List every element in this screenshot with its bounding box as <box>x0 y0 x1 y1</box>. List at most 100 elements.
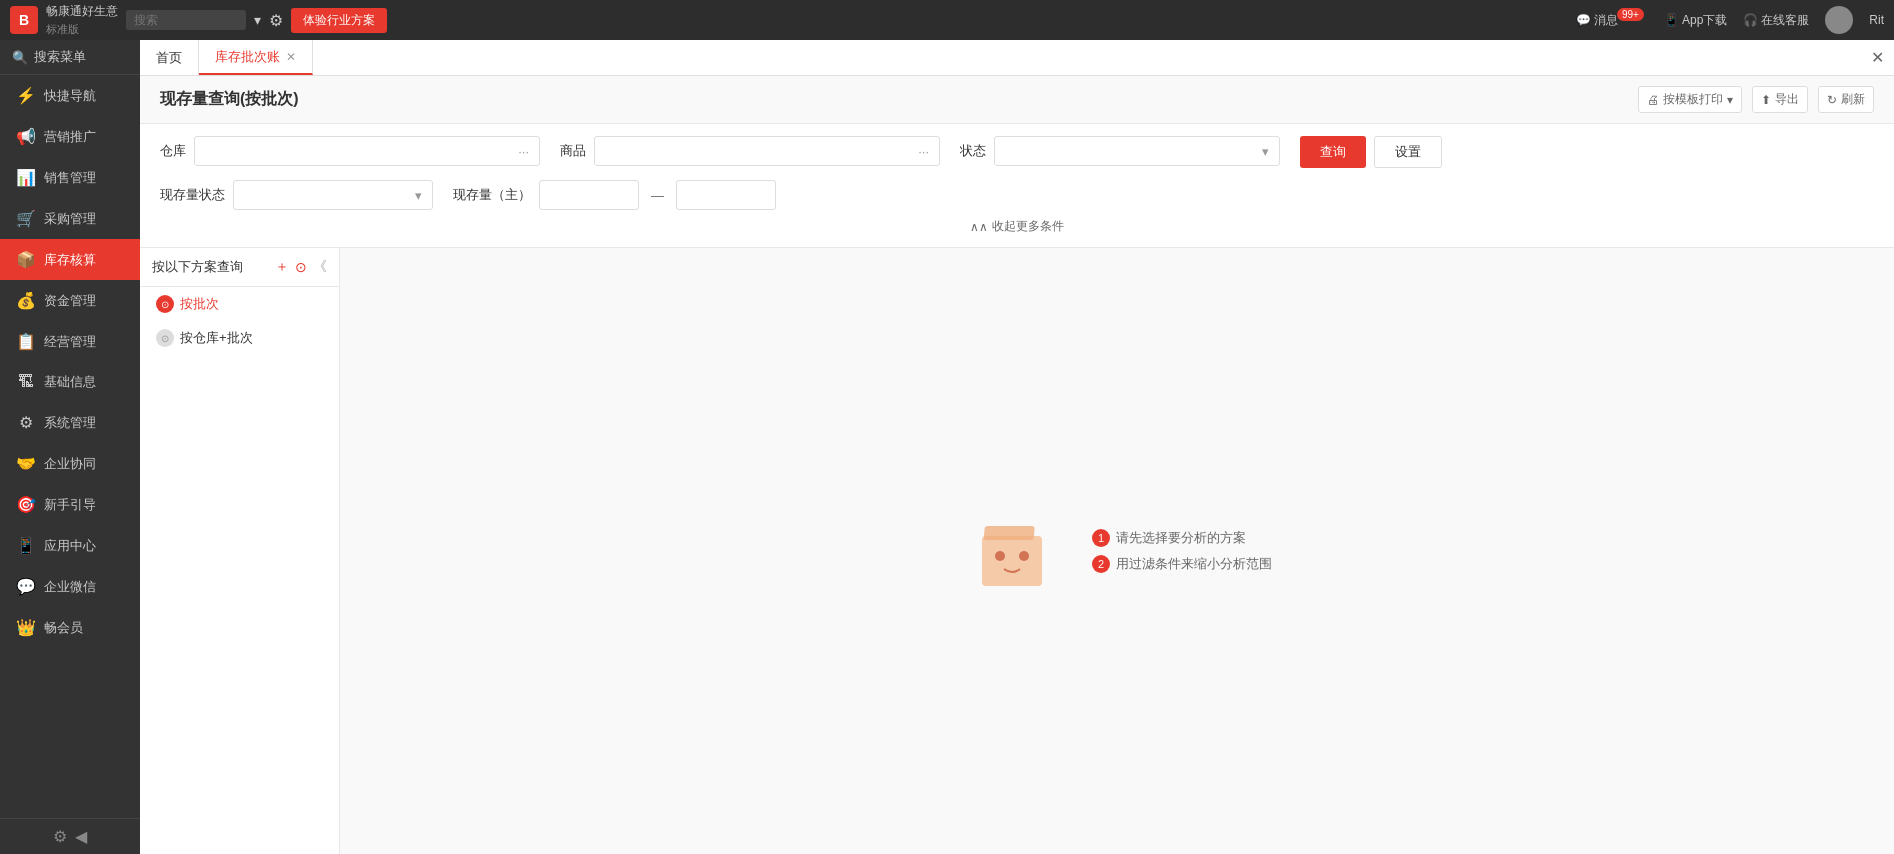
sidebar-item-label: 企业协同 <box>44 455 96 473</box>
service-label: 在线客服 <box>1761 12 1809 29</box>
plan-item-by-warehouse-batch[interactable]: ⊙ 按仓库+批次 <box>140 321 339 355</box>
tip-num-2: 2 <box>1092 555 1110 573</box>
sidebar-item-marketing[interactable]: 📢 营销推广 <box>0 116 140 157</box>
sidebar-item-quick-nav[interactable]: ⚡ 快捷导航 <box>0 75 140 116</box>
product-more-icon[interactable]: ··· <box>918 144 929 159</box>
message-icon: 💬 <box>1576 13 1591 27</box>
sidebar-item-system[interactable]: ⚙ 系统管理 <box>0 402 140 443</box>
product-label: 商品 <box>560 142 586 160</box>
topbar: B 畅康通好生意 标准版 ▾ ⚙ 体验行业方案 💬 消息 99+ 📱 App下载… <box>0 0 1894 40</box>
tabbar-close-icon[interactable]: ✕ <box>1871 48 1884 67</box>
left-panel-title: 按以下方案查询 <box>152 258 243 276</box>
empty-illustration <box>962 501 1062 601</box>
marketing-icon: 📢 <box>16 127 36 146</box>
sidebar-item-basic[interactable]: 🏗 基础信息 <box>0 362 140 402</box>
tab-home[interactable]: 首页 <box>140 40 199 75</box>
search-dropdown-icon[interactable]: ▾ <box>254 12 261 28</box>
inventory-qty-from[interactable] <box>539 180 639 210</box>
headset-icon: 🎧 <box>1743 13 1758 27</box>
sidebar-item-purchase[interactable]: 🛒 采购管理 <box>0 198 140 239</box>
left-panel-actions: ＋ ⊙ 《 <box>275 258 327 276</box>
sidebar-bottom: ⚙ ◀ <box>0 818 140 854</box>
sidebar-item-newbie[interactable]: 🎯 新手引导 <box>0 484 140 525</box>
topbar-gear-icon[interactable]: ⚙ <box>269 11 283 30</box>
tab-batch-inventory[interactable]: 库存批次账 ✕ <box>199 40 313 75</box>
sidebar-item-operations[interactable]: 📋 经营管理 <box>0 321 140 362</box>
settings-plan-icon[interactable]: ⊙ <box>295 259 307 275</box>
plan-active-icon: ⊙ <box>156 295 174 313</box>
sidebar-item-members[interactable]: 👑 畅会员 <box>0 607 140 648</box>
empty-tips: 1 请先选择要分析的方案 2 用过滤条件来缩小分析范围 <box>1092 529 1272 573</box>
inventory-status-dropdown-icon[interactable]: ▾ <box>415 188 422 203</box>
sidebar-search-label: 搜索菜单 <box>34 48 86 66</box>
tab-close-icon[interactable]: ✕ <box>286 50 296 64</box>
sidebar-item-sales[interactable]: 📊 销售管理 <box>0 157 140 198</box>
tabbar-right: ✕ <box>1861 40 1894 75</box>
export-label: 导出 <box>1775 91 1799 108</box>
sidebar-item-enterprise[interactable]: 🤝 企业协同 <box>0 443 140 484</box>
sidebar-item-inventory[interactable]: 📦 库存核算 <box>0 239 140 280</box>
app-download-action[interactable]: 📱 App下载 <box>1664 12 1727 29</box>
trial-button[interactable]: 体验行业方案 <box>291 8 387 33</box>
status-select[interactable]: ▾ <box>994 136 1280 166</box>
sidebar-search[interactable]: 🔍 搜索菜单 <box>0 40 140 75</box>
user-avatar[interactable] <box>1825 6 1853 34</box>
refresh-label: 刷新 <box>1841 91 1865 108</box>
right-content: 1 请先选择要分析的方案 2 用过滤条件来缩小分析范围 <box>340 248 1894 854</box>
empty-tip-2: 2 用过滤条件来缩小分析范围 <box>1092 555 1272 573</box>
collapse-label: 收起更多条件 <box>992 218 1064 235</box>
collapse-button[interactable]: ∧∧ 收起更多条件 <box>970 218 1064 235</box>
sidebar-item-label: 营销推广 <box>44 128 96 146</box>
svg-rect-1 <box>984 526 1035 540</box>
inventory-icon: 📦 <box>16 250 36 269</box>
print-icon: 🖨 <box>1647 93 1659 107</box>
sidebar-settings-icon[interactable]: ⚙ <box>53 827 67 846</box>
basic-icon: 🏗 <box>16 373 36 391</box>
sidebar-item-label: 库存核算 <box>44 251 96 269</box>
refresh-button[interactable]: ↻ 刷新 <box>1818 86 1874 113</box>
inventory-status-select[interactable]: ▾ <box>233 180 433 210</box>
sidebar-item-label: 应用中心 <box>44 537 96 555</box>
export-button[interactable]: ⬆ 导出 <box>1752 86 1808 113</box>
empty-state: 1 请先选择要分析的方案 2 用过滤条件来缩小分析范围 <box>962 501 1272 601</box>
edition-label: 标准版 <box>46 22 118 37</box>
plan-item-by-batch[interactable]: ⊙ 按批次 <box>140 287 339 321</box>
sidebar-item-label: 销售管理 <box>44 169 96 187</box>
online-service-action[interactable]: 🎧 在线客服 <box>1743 12 1809 29</box>
print-dropdown-icon[interactable]: ▾ <box>1727 93 1733 107</box>
inventory-qty-to[interactable] <box>676 180 776 210</box>
inventory-qty-label: 现存量（主） <box>453 186 531 204</box>
main-layout: 🔍 搜索菜单 ⚡ 快捷导航 📢 营销推广 📊 销售管理 🛒 采购管理 📦 库存核… <box>0 40 1894 854</box>
wechat-icon: 💬 <box>16 577 36 596</box>
print-button[interactable]: 🖨 按模板打印 ▾ <box>1638 86 1742 113</box>
product-input[interactable]: ··· <box>594 136 940 166</box>
topbar-search-input[interactable] <box>126 10 246 30</box>
warehouse-more-icon[interactable]: ··· <box>518 144 529 159</box>
sidebar-item-apps[interactable]: 📱 应用中心 <box>0 525 140 566</box>
batch-tab-label: 库存批次账 <box>215 48 280 66</box>
sidebar-item-label: 企业微信 <box>44 578 96 596</box>
sidebar-item-label: 经营管理 <box>44 333 96 351</box>
finance-icon: 💰 <box>16 291 36 310</box>
warehouse-input[interactable]: ··· <box>194 136 540 166</box>
username-label: Rit <box>1869 13 1884 27</box>
svg-rect-0 <box>982 536 1042 586</box>
plan-label: 按仓库+批次 <box>180 329 253 347</box>
company-name: 畅康通好生意 <box>46 3 118 20</box>
export-icon: ⬆ <box>1761 93 1771 107</box>
left-panel: 按以下方案查询 ＋ ⊙ 《 ⊙ 按批次 ⊙ 按仓库+批次 <box>140 248 340 854</box>
tabbar: 首页 库存批次账 ✕ ✕ <box>140 40 1894 76</box>
plan-label: 按批次 <box>180 295 219 313</box>
add-plan-icon[interactable]: ＋ <box>275 258 289 276</box>
settings-button[interactable]: 设置 <box>1374 136 1442 168</box>
status-dropdown-icon[interactable]: ▾ <box>1262 144 1269 159</box>
phone-icon: 📱 <box>1664 13 1679 27</box>
sidebar-collapse-icon[interactable]: ◀ <box>75 827 87 846</box>
collapse-panel-icon[interactable]: 《 <box>313 258 327 276</box>
query-button[interactable]: 查询 <box>1300 136 1366 168</box>
tip-text-1: 请先选择要分析的方案 <box>1116 529 1246 547</box>
sidebar-item-finance[interactable]: 💰 资金管理 <box>0 280 140 321</box>
sidebar-item-wechat[interactable]: 💬 企业微信 <box>0 566 140 607</box>
message-action[interactable]: 💬 消息 99+ <box>1576 12 1648 29</box>
left-panel-header: 按以下方案查询 ＋ ⊙ 《 <box>140 248 339 287</box>
